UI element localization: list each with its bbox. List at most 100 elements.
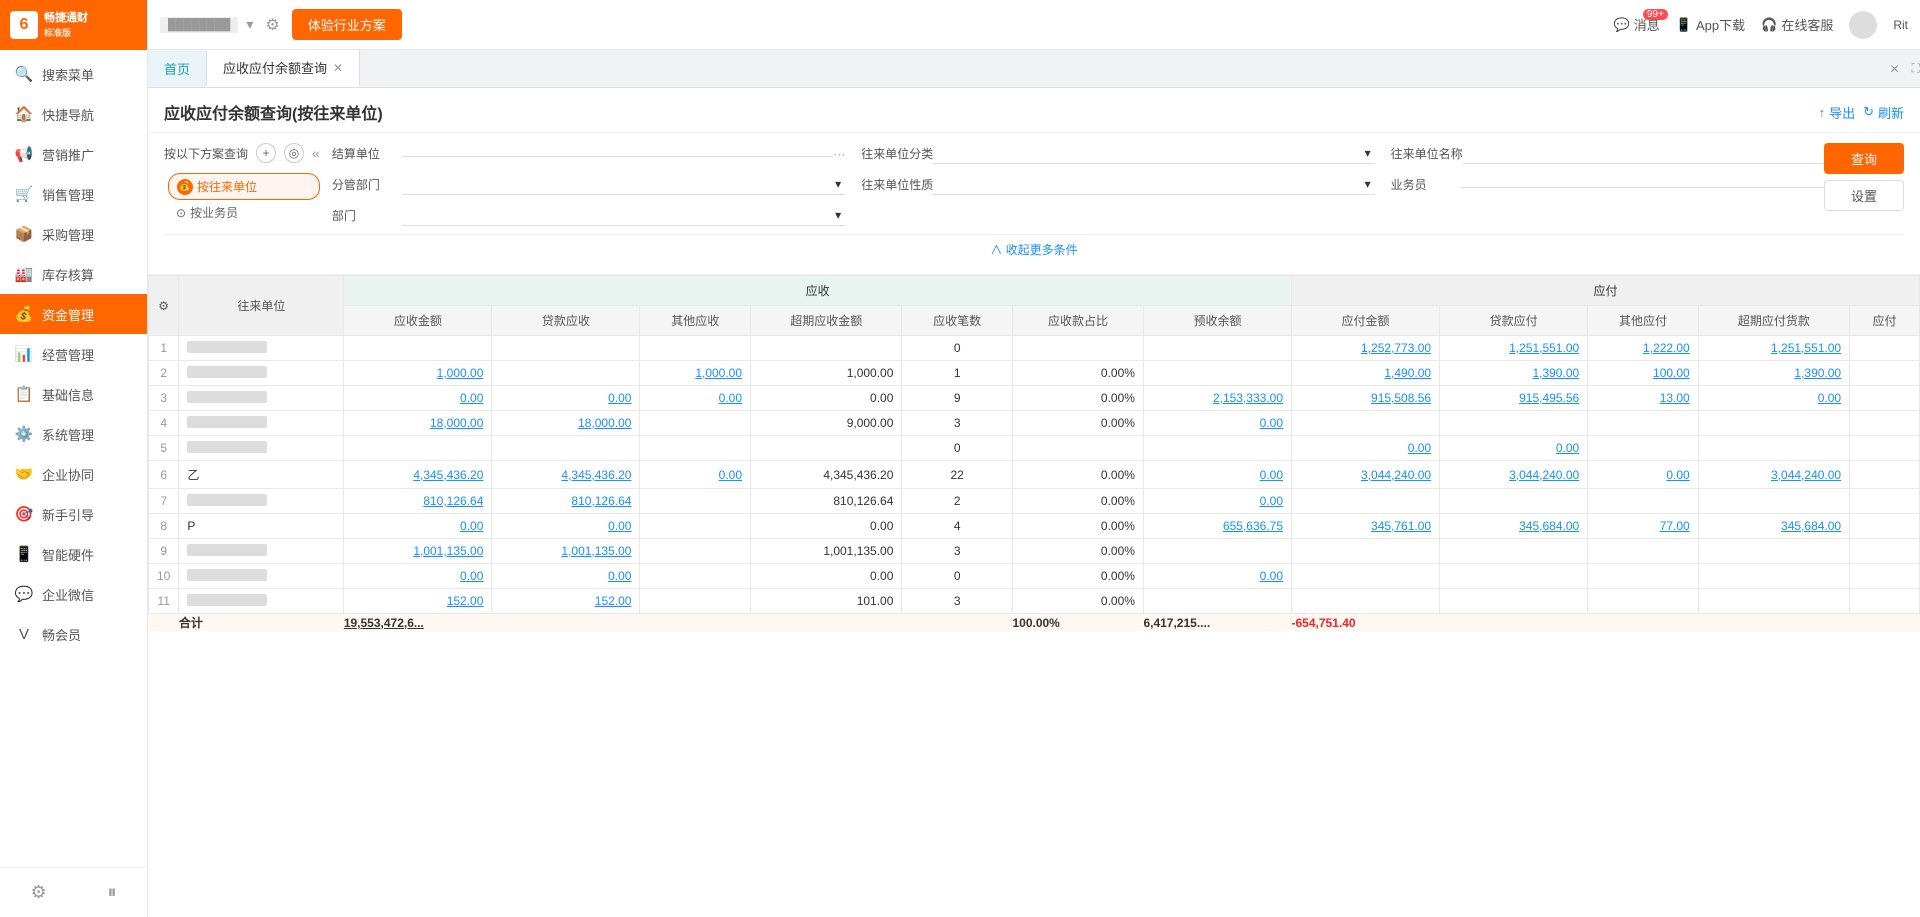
sidebar-item-operations[interactable]: 📊经营管理 [0,334,147,374]
link-value[interactable]: 18,000.00 [430,416,483,430]
sidebar-item-purchase[interactable]: 📦采购管理 [0,214,147,254]
sidebar-item-enterprise[interactable]: 🤝企业协同 [0,454,147,494]
link-value[interactable]: 0.00 [460,391,483,405]
trial-button[interactable]: 体验行业方案 [292,9,402,40]
sidebar-item-system[interactable]: ⚙️系统管理 [0,414,147,454]
sidebar-item-member[interactable]: V畅会员 [0,614,147,654]
link-value[interactable]: 13.00 [1660,391,1690,405]
dropdown-arrow[interactable]: ▾ [246,16,253,33]
sidebar-item-hardware[interactable]: 📱智能硬件 [0,534,147,574]
link-value[interactable]: 0.00 [1260,416,1283,430]
filter-option-unit[interactable]: 💰 按往来单位 [168,173,320,200]
cell-ar-ratio [1012,436,1143,461]
th-settings[interactable]: ⚙ [149,276,179,336]
field-select-bm[interactable]: ▾ [402,205,845,226]
link-value[interactable]: 915,508.56 [1371,391,1431,405]
app-download-item[interactable]: 📱 App下载 [1676,15,1745,34]
link-value[interactable]: 4,345,436.20 [561,468,631,482]
export-icon: ↑ [1819,105,1826,120]
footer-ar-amount[interactable]: 19,553,472,6... [344,614,492,632]
sidebar-item-wechat[interactable]: 💬企业微信 [0,574,147,614]
link-value[interactable]: 1,252,773.00 [1361,341,1431,355]
link-value[interactable]: 0.00 [1260,468,1283,482]
link-value[interactable]: 0.00 [1408,441,1431,455]
link-value[interactable]: 100.00 [1653,366,1690,380]
link-value[interactable]: 152.00 [595,594,632,608]
link-value[interactable]: 810,126.64 [423,494,483,508]
link-value[interactable]: 3,044,240.00 [1361,468,1431,482]
filter-add-button[interactable]: + [256,143,276,163]
cell-name [179,411,344,436]
link-value[interactable]: 1,390.00 [1532,366,1579,380]
link-value[interactable]: 0.00 [460,519,483,533]
filter-option-salesman[interactable]: ⊙ 按业务员 [168,200,320,225]
link-value[interactable]: 0.00 [608,569,631,583]
sidebar-item-guide[interactable]: 🎯新手引导 [0,494,147,534]
link-value[interactable]: 0.00 [1556,441,1579,455]
link-value[interactable]: 655,636.75 [1223,519,1283,533]
link-value[interactable]: 0.00 [1260,569,1283,583]
sidebar-menu: 🔍搜索菜单🏠快捷导航📢营销推广🛒销售管理📦采购管理🏭库存核算💰资金管理📊经营管理… [0,50,147,867]
link-value[interactable]: 915,495.56 [1519,391,1579,405]
sidebar-item-nav[interactable]: 🏠快捷导航 [0,94,147,134]
link-value[interactable]: 3,044,240.00 [1771,468,1841,482]
link-value[interactable]: 1,001,135.00 [561,544,631,558]
sidebar-item-inventory[interactable]: 🏭库存核算 [0,254,147,294]
tab-close-icon[interactable]: ✕ [333,61,343,75]
link-value[interactable]: 1,490.00 [1384,366,1431,380]
refresh-button[interactable]: ↻ 刷新 [1863,103,1904,122]
cell-ar-overdue: 0.00 [751,564,902,589]
filter-collapse-icon[interactable]: « [312,145,320,161]
tab-home[interactable]: 首页 [148,51,207,86]
link-value[interactable]: 152.00 [447,594,484,608]
link-value[interactable]: 345,684.00 [1519,519,1579,533]
settings-icon[interactable]: ⚙ [26,878,50,907]
gear-icon[interactable]: ⚙ [261,11,283,39]
link-value[interactable]: 1,001,135.00 [413,544,483,558]
tab-expand-icon[interactable]: ✕ [1890,62,1900,76]
link-value[interactable]: 0.00 [608,391,631,405]
link-value[interactable]: 0.00 [460,569,483,583]
filter-scheme-button[interactable]: ◎ [284,143,304,163]
sidebar-item-search[interactable]: 🔍搜索菜单 [0,54,147,94]
link-value[interactable]: 3,044,240.00 [1509,468,1579,482]
link-value[interactable]: 345,761.00 [1371,519,1431,533]
sidebar-item-finance[interactable]: 💰资金管理 [0,294,147,334]
link-value[interactable]: 810,126.64 [571,494,631,508]
link-value[interactable]: 0.00 [719,468,742,482]
link-value[interactable]: 1,251,551.00 [1771,341,1841,355]
cell-ar-overdue [751,436,902,461]
link-value[interactable]: 0.00 [1818,391,1841,405]
link-value[interactable]: 0.00 [719,391,742,405]
link-value[interactable]: 1,000.00 [695,366,742,380]
message-item[interactable]: 💬 消息 99+ [1614,15,1660,34]
sidebar-item-basic[interactable]: 📋基础信息 [0,374,147,414]
set-button[interactable]: 设置 [1824,180,1904,211]
collapse-icon[interactable]: ⏸ [104,878,121,907]
sidebar-item-marketing[interactable]: 📢营销推广 [0,134,147,174]
field-select-fgbm[interactable]: ▾ [402,174,845,195]
link-value[interactable]: 345,684.00 [1781,519,1841,533]
link-value[interactable]: 0.00 [608,519,631,533]
link-value[interactable]: 77.00 [1660,519,1690,533]
query-button[interactable]: 查询 [1824,143,1904,174]
field-select-lwdwfl[interactable]: ▾ [933,143,1374,164]
field-select-lwdwxz[interactable]: ▾ [933,174,1374,195]
tab-fullscreen-icon[interactable]: ⛶ [1912,61,1920,76]
link-value[interactable]: 0.00 [1666,468,1689,482]
link-value[interactable]: 1,390.00 [1794,366,1841,380]
link-value[interactable]: 18,000.00 [578,416,631,430]
export-button[interactable]: ↑ 导出 [1819,103,1856,122]
link-value[interactable]: 0.00 [1260,494,1283,508]
collapse-more[interactable]: ∧ 收起更多条件 [164,234,1904,264]
sidebar-item-sales[interactable]: 🛒销售管理 [0,174,147,214]
link-value[interactable]: 1,000.00 [437,366,484,380]
link-value[interactable]: 1,251,551.00 [1509,341,1579,355]
link-value[interactable]: 1,222.00 [1643,341,1690,355]
online-service-item[interactable]: 🎧 在线客服 [1761,15,1833,34]
cell-ar-prepay [1143,361,1291,386]
link-value[interactable]: 2,153,333.00 [1213,391,1283,405]
tab-arquery[interactable]: 应收应付余额查询 ✕ [207,50,360,87]
link-value[interactable]: 4,345,436.20 [413,468,483,482]
field-dots-jsdw[interactable]: ··· [833,147,845,161]
